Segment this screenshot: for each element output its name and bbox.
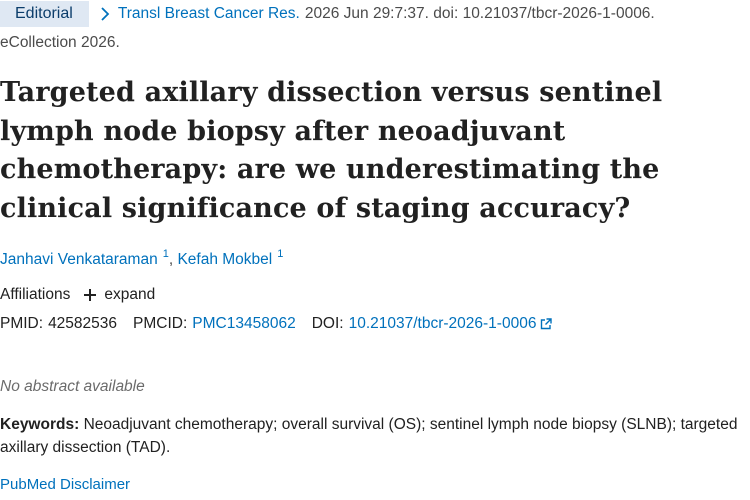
article-title: Targeted axillary dissection versus sent… — [0, 77, 663, 224]
publication-type-badge: Editorial — [0, 1, 89, 27]
affiliations-label: Affiliations — [0, 286, 71, 303]
affiliation-ref[interactable]: 1 — [277, 248, 283, 260]
pmid-value: 42582536 — [48, 315, 118, 332]
keywords-section: Keywords: Neoadjuvant chemotherapy; over… — [0, 413, 745, 459]
pmcid-label: PMCID: — [133, 315, 188, 332]
author-link[interactable]: Janhavi Venkataraman — [0, 251, 158, 268]
no-abstract-text: No abstract available — [0, 378, 145, 395]
journal-link[interactable]: Transl Breast Cancer Res. — [118, 5, 300, 23]
plus-icon — [84, 289, 97, 301]
citation-bar: Editorial Transl Breast Cancer Res. 2026… — [0, 0, 750, 28]
author-link[interactable]: Kefah Mokbel — [177, 251, 272, 268]
pubmed-disclaimer-link[interactable]: PubMed Disclaimer — [0, 476, 130, 493]
external-link-icon[interactable] — [540, 318, 553, 330]
keywords-text: Neoadjuvant chemotherapy; overall surviv… — [0, 416, 738, 456]
affiliations-row: Affiliations expand — [0, 286, 155, 304]
pmcid-link[interactable]: PMC13458062 — [192, 315, 295, 333]
author-list: Janhavi Venkataraman 1, Kefah Mokbel 1 — [0, 248, 283, 269]
citation-details: 2026 Jun 29:7:37. doi: 10.21037/tbcr-202… — [304, 5, 655, 22]
doi-link[interactable]: 10.21037/tbcr-2026-1-0006 — [349, 315, 537, 333]
ecollection-text: eCollection 2026. — [0, 34, 120, 51]
pmid-label: PMID: — [0, 315, 44, 332]
author-separator: , — [168, 251, 174, 268]
expand-label: expand — [104, 286, 156, 303]
doi-label: DOI: — [311, 315, 344, 332]
identifiers-row: PMID: 42582536 PMCID: PMC13458062 DOI: 1… — [0, 315, 553, 333]
expand-affiliations-button[interactable]: expand — [84, 286, 155, 304]
chevron-right-icon — [99, 7, 111, 21]
keywords-label: Keywords: — [0, 416, 80, 433]
